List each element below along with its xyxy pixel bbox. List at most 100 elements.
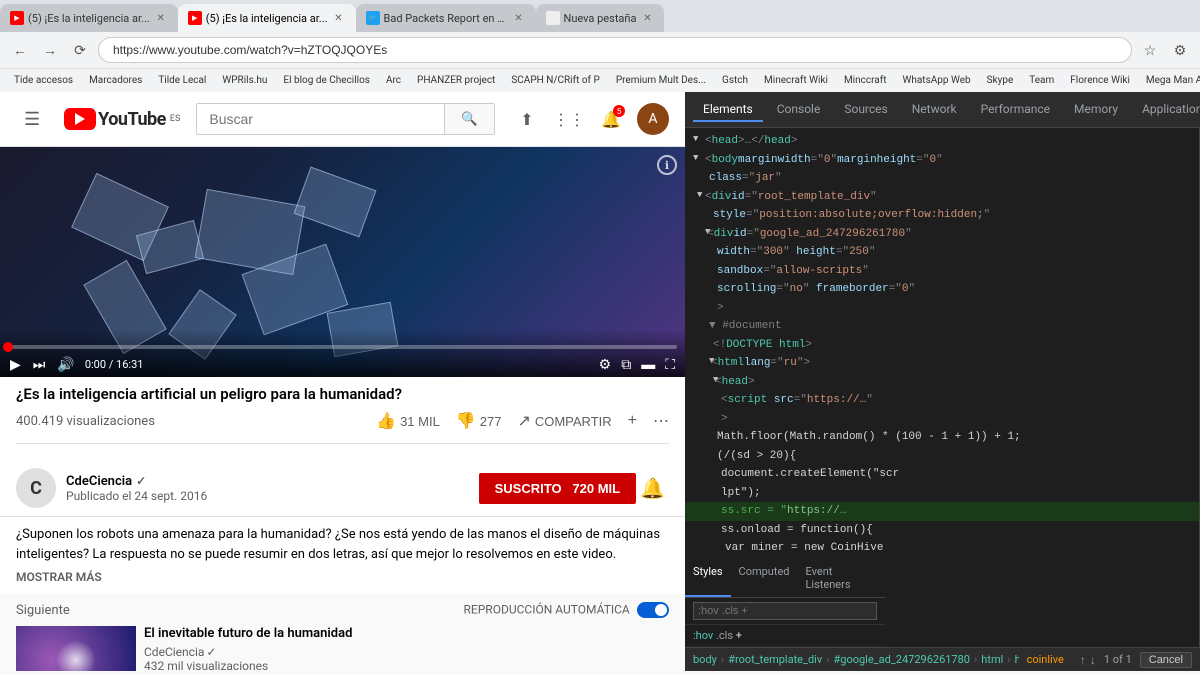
like-count: 31 MIL xyxy=(400,414,440,429)
dt-tab-application[interactable]: Application xyxy=(1132,98,1200,122)
controls-right: ⚙ ⧉ ▬ ⛶ xyxy=(597,355,677,373)
upload-icon[interactable]: ⬆ xyxy=(511,103,543,135)
tab-1-close[interactable]: ✕ xyxy=(154,11,168,25)
tab-2[interactable]: ▶ (5) ¡Es la inteligencia ar... ✕ xyxy=(178,4,356,32)
bookmark-premium[interactable]: Premium Mult Des... xyxy=(610,73,712,88)
channel-name[interactable]: CdeCiencia xyxy=(66,474,132,489)
refresh-button[interactable]: ⟳ xyxy=(68,38,92,62)
dislike-button[interactable]: 👎 277 xyxy=(456,407,502,435)
bookmark-button[interactable]: ☆ xyxy=(1138,38,1162,62)
bookmark-blog[interactable]: El blog de Checillos xyxy=(277,73,376,88)
notification-bell-button[interactable]: 🔔 xyxy=(636,472,669,505)
main-container: ☰ YouTube ES 🔍 ⬆ ⋮⋮ 🔔 5 A xyxy=(0,92,1200,671)
cancel-button[interactable]: Cancel xyxy=(1140,652,1192,668)
next-button[interactable]: ⏭ xyxy=(31,355,48,373)
dt-tab-elements[interactable]: Elements xyxy=(693,98,763,122)
back-button[interactable]: ← xyxy=(8,38,32,62)
notification-icon[interactable]: 🔔 5 xyxy=(595,103,627,135)
search-input[interactable] xyxy=(197,104,444,134)
dislike-count: 277 xyxy=(480,414,502,429)
settings-button[interactable]: ⚙ xyxy=(597,355,614,373)
share-icon: ↗ xyxy=(517,411,530,431)
extensions-button[interactable]: ⚙ xyxy=(1168,38,1192,62)
bookmark-phanzer[interactable]: PHANZER project xyxy=(411,73,501,88)
more-button[interactable]: ⋯ xyxy=(653,407,669,435)
tab-2-close[interactable]: ✕ xyxy=(332,11,346,25)
bookmark-whatsapp[interactable]: WhatsApp Web xyxy=(896,73,976,88)
thumbs-down-icon: 👎 xyxy=(456,411,476,431)
share-button[interactable]: ↗ COMPARTIR xyxy=(517,407,611,435)
bookmark-mega[interactable]: Mega Man Astron xyxy=(1140,73,1200,88)
forward-button[interactable]: → xyxy=(38,38,62,62)
theater-button[interactable]: ▬ xyxy=(639,355,657,373)
show-more-button[interactable]: MOSTRAR MÁS xyxy=(16,568,669,586)
style-tab-styles[interactable]: Styles xyxy=(685,561,731,597)
volume-button[interactable]: 🔊 xyxy=(55,355,76,373)
tab-3[interactable]: 🐦 Bad Packets Report en T... ✕ xyxy=(356,4,536,32)
style-tab-events[interactable]: Event Listeners xyxy=(798,561,886,597)
search-button[interactable]: 🔍 xyxy=(444,104,494,134)
video-player[interactable]: ℹ ▶ ⏭ 🔊 0:00 / 16:31 xyxy=(0,147,685,377)
style-filter-input[interactable] xyxy=(693,602,877,620)
breadcrumb-body[interactable]: body xyxy=(693,653,717,666)
breadcrumb-html[interactable]: html xyxy=(981,653,1003,666)
code-line-7: width="300" height="250" xyxy=(685,243,1199,262)
video-info-icon[interactable]: ℹ xyxy=(657,155,677,175)
progress-bar[interactable] xyxy=(8,345,677,349)
bookmark-arc[interactable]: Arc xyxy=(380,73,407,88)
tab-2-title: (5) ¡Es la inteligencia ar... xyxy=(206,12,328,25)
address-input[interactable] xyxy=(98,37,1132,63)
save-button[interactable]: + xyxy=(628,408,637,434)
tab-bar: ▶ (5) ¡Es la inteligencia ar... ✕ ▶ (5) … xyxy=(0,0,1200,32)
bookmark-mincraft-wiki[interactable]: Minecraft Wiki xyxy=(758,73,834,88)
dt-tab-performance[interactable]: Performance xyxy=(971,98,1060,122)
fullscreen-button[interactable]: ⛶ xyxy=(663,355,677,373)
bookmark-tilde[interactable]: Tilde Lecal xyxy=(152,73,212,88)
bookmark-team[interactable]: Team xyxy=(1023,73,1060,88)
pager-next[interactable]: ↓ xyxy=(1090,653,1096,667)
bookmark-florence[interactable]: Florence Wiki xyxy=(1064,73,1136,88)
breadcrumb-google-ad[interactable]: #google_ad_247296261780 xyxy=(834,653,970,666)
devtools-code-area[interactable]: ▼ <head>…</head> ▼ <body marginwidth="0"… xyxy=(685,128,1199,561)
rec-channel-name-1: CdeCiencia xyxy=(144,645,204,659)
youtube-logo[interactable]: YouTube ES xyxy=(64,108,180,130)
bookmark-gstch[interactable]: Gstch xyxy=(716,73,754,88)
expand-6[interactable]: ▼ xyxy=(693,226,705,240)
menu-icon[interactable]: ☰ xyxy=(16,101,48,138)
expand-14[interactable]: ▼ xyxy=(693,374,713,388)
code-line-13: ▼ <html lang="ru"> xyxy=(685,354,1199,373)
bookmark-scaph[interactable]: SCAPH N/CRift of P xyxy=(505,73,605,88)
rec-video-1[interactable]: 18:01 El inevitable futuro de la humanid… xyxy=(16,626,669,671)
tab-4-title: Nueva pestaña xyxy=(564,12,637,25)
tab-3-close[interactable]: ✕ xyxy=(512,11,526,25)
tab-1[interactable]: ▶ (5) ¡Es la inteligencia ar... ✕ xyxy=(0,4,178,32)
breadcrumb-root[interactable]: #root_template_div xyxy=(728,653,822,666)
play-button[interactable]: ▶ xyxy=(8,355,23,373)
code-line-3: class="jar" xyxy=(685,169,1199,188)
bookmark-tide[interactable]: Tide accesos xyxy=(8,73,79,88)
expand-4[interactable]: ▼ xyxy=(693,189,703,203)
subscribe-button[interactable]: SUSCRITO 720 MIL xyxy=(479,473,636,504)
expand-2[interactable]: ▼ xyxy=(693,152,703,166)
dt-tab-sources[interactable]: Sources xyxy=(834,98,897,122)
tab-4-close[interactable]: ✕ xyxy=(640,11,654,25)
expand-13[interactable]: ▼ xyxy=(693,355,709,369)
like-button[interactable]: 👍 31 MIL xyxy=(376,407,440,435)
bookmark-marcadores[interactable]: Marcadores xyxy=(83,73,148,88)
expand-1[interactable]: ▼ xyxy=(693,133,703,147)
pager-prev[interactable]: ↑ xyxy=(1080,653,1086,667)
bookmark-wprils[interactable]: WPRils.hu xyxy=(216,73,273,88)
dt-tab-memory[interactable]: Memory xyxy=(1064,98,1128,122)
user-avatar[interactable]: A xyxy=(637,103,669,135)
tab-4[interactable]: Nueva pestaña ✕ xyxy=(536,4,665,32)
breadcrumb-head[interactable]: head xyxy=(1015,653,1019,666)
dt-tab-network[interactable]: Network xyxy=(902,98,967,122)
style-tab-computed[interactable]: Computed xyxy=(731,561,798,597)
channel-avatar[interactable]: C xyxy=(16,468,56,508)
dt-tab-console[interactable]: Console xyxy=(767,98,831,122)
bookmark-skype[interactable]: Skype xyxy=(981,73,1020,88)
miniplayer-button[interactable]: ⧉ xyxy=(619,355,633,373)
bookmark-minccraft[interactable]: Minccraft xyxy=(838,73,893,88)
apps-icon[interactable]: ⋮⋮ xyxy=(553,103,585,135)
autoplay-toggle[interactable] xyxy=(637,602,669,618)
